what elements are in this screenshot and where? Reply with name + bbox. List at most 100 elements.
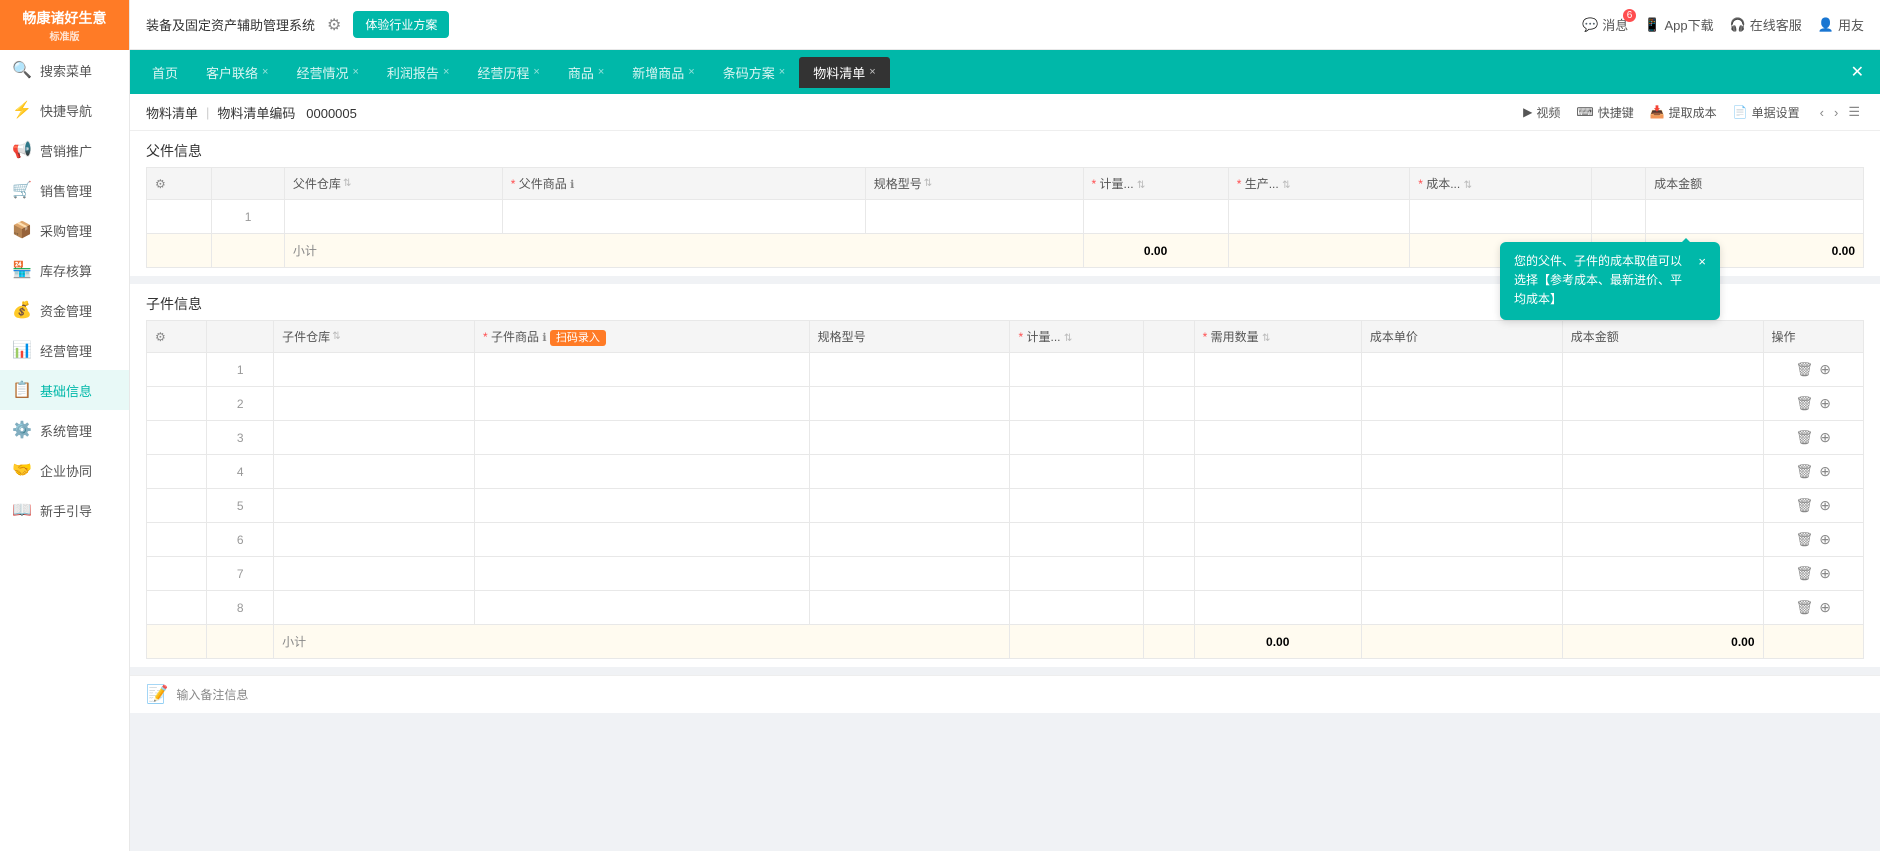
row-warehouse[interactable] [284, 200, 502, 234]
next-arrow[interactable]: › [1830, 103, 1842, 122]
row-child-spec[interactable] [809, 455, 1010, 489]
row-child-unit[interactable] [1010, 523, 1144, 557]
row-child-product[interactable] [474, 387, 809, 421]
shortcut-button[interactable]: ⌨ 快捷键 [1576, 104, 1633, 121]
row-child-unit[interactable] [1010, 421, 1144, 455]
tooltip-close-button[interactable]: × [1698, 252, 1706, 273]
row-child-qty[interactable] [1194, 421, 1361, 455]
sidebar-item-sales[interactable]: 🛒 销售管理 [0, 170, 129, 210]
tab-add-product[interactable]: 新增商品 × [618, 57, 708, 88]
copy-icon[interactable]: ⊕ [1819, 395, 1831, 412]
row-cost[interactable] [1410, 200, 1592, 234]
tab-op-history[interactable]: 经营历程 × [463, 57, 553, 88]
close-icon[interactable]: × [443, 66, 449, 78]
row-child-warehouse[interactable] [274, 387, 475, 421]
sidebar-item-operation[interactable]: 📊 经营管理 [0, 330, 129, 370]
close-icon[interactable]: × [779, 66, 785, 78]
delete-icon[interactable]: 🗑 [1796, 531, 1814, 548]
row-child-product[interactable] [474, 455, 809, 489]
row-child-spec[interactable] [809, 591, 1010, 625]
delete-icon[interactable]: 🗑 [1796, 497, 1814, 514]
message-button[interactable]: 💬 6 消息 [1582, 15, 1628, 34]
prev-arrow[interactable]: ‹ [1816, 103, 1828, 122]
row-child-warehouse[interactable] [274, 455, 475, 489]
list-view-icon[interactable]: ☰ [1844, 102, 1864, 122]
row-child-qty[interactable] [1194, 353, 1361, 387]
delete-icon[interactable]: 🗑 [1796, 599, 1814, 616]
tab-bom[interactable]: 物料清单 × [799, 57, 889, 88]
user-avatar[interactable]: 👤 用友 [1818, 15, 1864, 34]
row-child-spec[interactable] [809, 557, 1010, 591]
row-child-qty[interactable] [1194, 591, 1361, 625]
row-child-unit[interactable] [1010, 387, 1144, 421]
close-icon[interactable]: × [598, 66, 604, 78]
copy-icon[interactable]: ⊕ [1819, 565, 1831, 582]
row-child-product[interactable] [474, 557, 809, 591]
tab-operation-status[interactable]: 经营情况 × [282, 57, 372, 88]
delete-icon[interactable]: 🗑 [1796, 361, 1814, 378]
row-child-unit-price[interactable] [1361, 557, 1562, 591]
row-child-unit-price[interactable] [1361, 387, 1562, 421]
copy-icon[interactable]: ⊕ [1819, 599, 1831, 616]
copy-icon[interactable]: ⊕ [1819, 531, 1831, 548]
close-icon[interactable]: × [869, 66, 875, 78]
row-child-unit-price[interactable] [1361, 421, 1562, 455]
tab-product[interactable]: 商品 × [554, 57, 618, 88]
row-child-product[interactable] [474, 353, 809, 387]
delete-icon[interactable]: 🗑 [1796, 565, 1814, 582]
row-child-warehouse[interactable] [274, 421, 475, 455]
row-child-unit-price[interactable] [1361, 523, 1562, 557]
settings-icon[interactable]: ⚙ [327, 15, 341, 35]
row-child-warehouse[interactable] [274, 591, 475, 625]
row-child-spec[interactable] [809, 387, 1010, 421]
tab-profit[interactable]: 利润报告 × [373, 57, 463, 88]
row-child-qty[interactable] [1194, 387, 1361, 421]
delete-icon[interactable]: 🗑 [1796, 463, 1814, 480]
row-child-qty[interactable] [1194, 489, 1361, 523]
row-child-unit-price[interactable] [1361, 353, 1562, 387]
note-placeholder[interactable]: 输入备注信息 [176, 686, 248, 703]
row-spec[interactable] [865, 200, 1083, 234]
scan-badge[interactable]: 扫码录入 [550, 330, 606, 346]
video-button[interactable]: ▶ 视频 [1523, 104, 1560, 121]
row-child-product[interactable] [474, 523, 809, 557]
tab-home[interactable]: 首页 [138, 57, 192, 88]
copy-icon[interactable]: ⊕ [1819, 429, 1831, 446]
app-download-button[interactable]: 📱 App下载 [1644, 15, 1713, 34]
delete-icon[interactable]: 🗑 [1796, 429, 1814, 446]
row-child-warehouse[interactable] [274, 353, 475, 387]
row-child-spec[interactable] [809, 353, 1010, 387]
copy-icon[interactable]: ⊕ [1819, 463, 1831, 480]
trial-button[interactable]: 体验行业方案 [353, 11, 449, 38]
sidebar-item-quicknav[interactable]: ⚡ 快捷导航 [0, 90, 129, 130]
row-child-qty[interactable] [1194, 455, 1361, 489]
row-unit[interactable] [1083, 200, 1228, 234]
copy-icon[interactable]: ⊕ [1819, 361, 1831, 378]
online-service-button[interactable]: 🎧 在线客服 [1730, 15, 1802, 34]
sidebar-item-inventory[interactable]: 🏪 库存核算 [0, 250, 129, 290]
row-child-warehouse[interactable] [274, 557, 475, 591]
row-child-unit-price[interactable] [1361, 489, 1562, 523]
row-production[interactable] [1228, 200, 1410, 234]
single-settings-button[interactable]: 📄 单据设置 [1733, 104, 1800, 121]
close-all-tabs-icon[interactable]: ✕ [1843, 58, 1872, 86]
row-child-unit[interactable] [1010, 353, 1144, 387]
row-child-qty[interactable] [1194, 523, 1361, 557]
sidebar-item-guide[interactable]: 📖 新手引导 [0, 490, 129, 530]
column-settings-icon[interactable]: ⚙ [155, 177, 166, 191]
sidebar-item-purchase[interactable]: 📦 采购管理 [0, 210, 129, 250]
extract-cost-button[interactable]: 📥 提取成本 [1650, 104, 1717, 121]
close-icon[interactable]: × [352, 66, 358, 78]
row-child-qty[interactable] [1194, 557, 1361, 591]
sidebar-item-finance[interactable]: 💰 资金管理 [0, 290, 129, 330]
row-child-warehouse[interactable] [274, 523, 475, 557]
copy-icon[interactable]: ⊕ [1819, 497, 1831, 514]
close-icon[interactable]: × [262, 66, 268, 78]
sidebar-item-search[interactable]: 🔍 搜索菜单 [0, 50, 129, 90]
delete-icon[interactable]: 🗑 [1796, 395, 1814, 412]
row-child-spec[interactable] [809, 523, 1010, 557]
row-child-warehouse[interactable] [274, 489, 475, 523]
row-child-unit[interactable] [1010, 489, 1144, 523]
row-product[interactable] [502, 200, 865, 234]
sidebar-item-basic[interactable]: 📋 基础信息 [0, 370, 129, 410]
